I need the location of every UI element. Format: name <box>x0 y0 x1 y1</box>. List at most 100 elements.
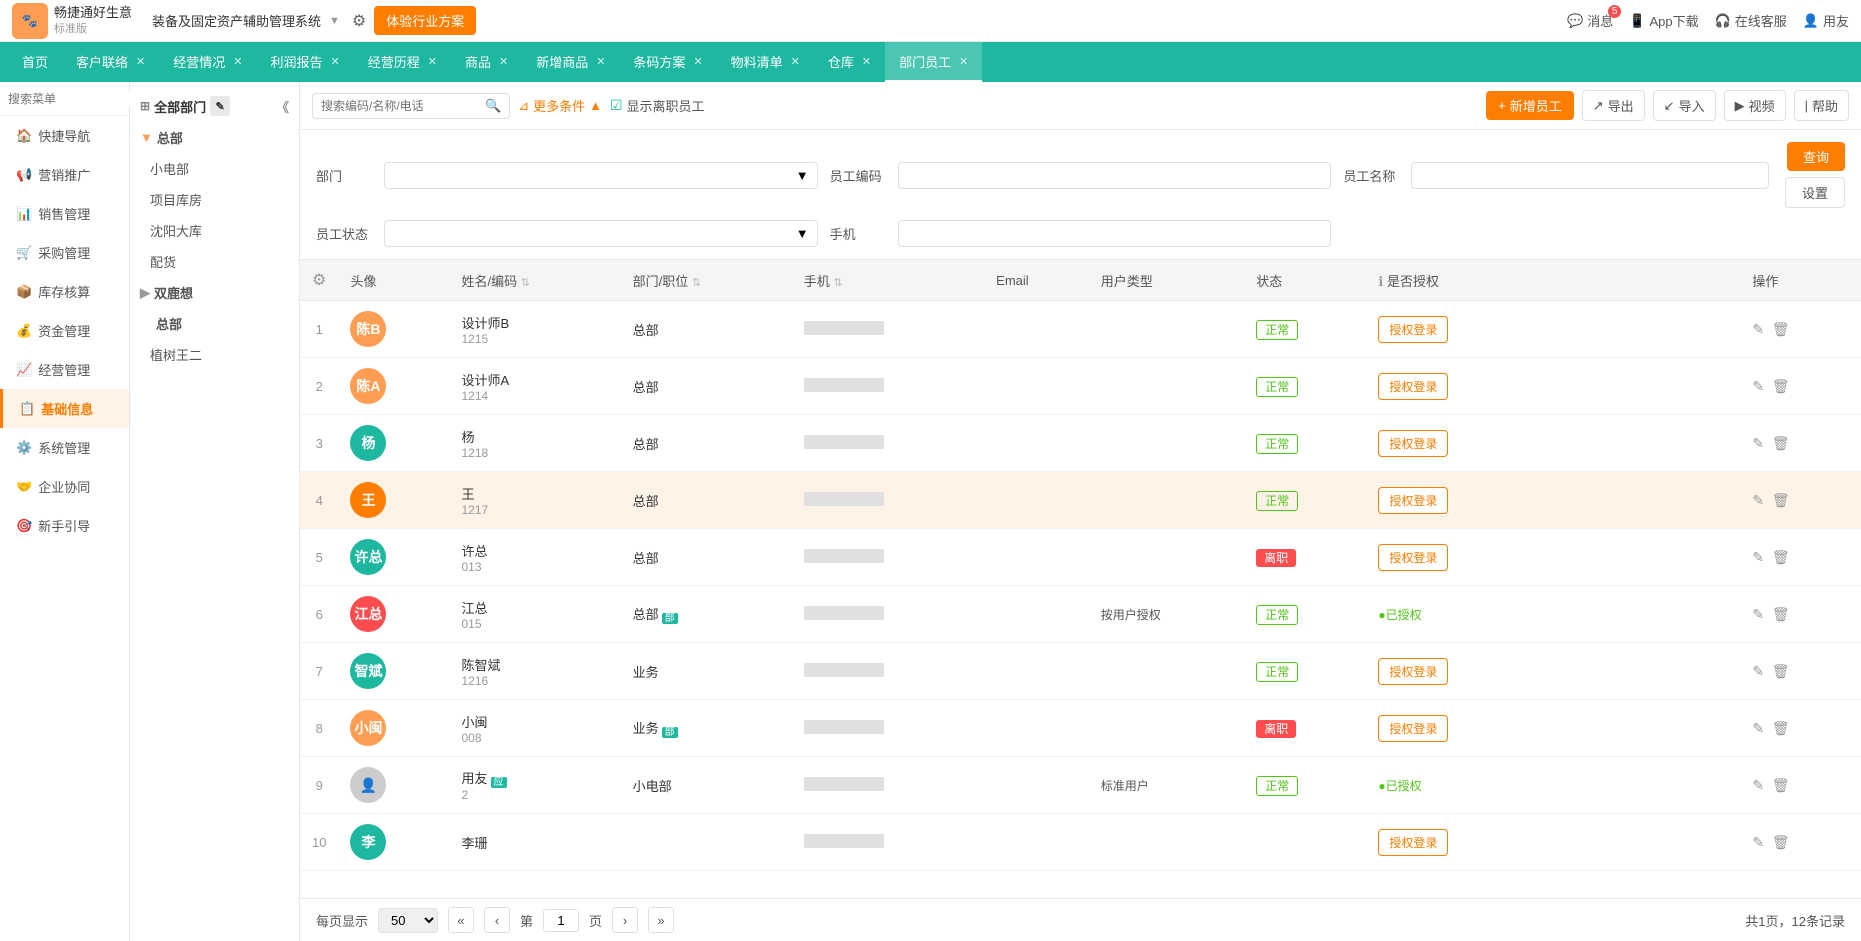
tab-close-history[interactable]: ✕ <box>428 55 437 68</box>
delete-button[interactable]: 🗑 <box>1772 321 1790 337</box>
delete-button[interactable]: 🗑 <box>1772 777 1790 793</box>
sidebar-item-system[interactable]: ⚙️ 系统管理 <box>0 428 129 467</box>
message-button[interactable]: 💬 消息 5 <box>1567 11 1613 30</box>
edit-button[interactable]: ✎ <box>1752 549 1764 565</box>
auth-button[interactable]: 授权登录 <box>1378 373 1448 400</box>
delete-button[interactable]: 🗑 <box>1772 663 1790 679</box>
next-page-button[interactable]: › <box>612 907 638 933</box>
dept-collapse-icon[interactable]: 《 <box>276 97 289 116</box>
search-input[interactable] <box>321 99 481 113</box>
dept-tree-item-project[interactable]: 项目库房 <box>130 184 299 215</box>
sort-dept-icon[interactable]: ⇅ <box>692 277 701 289</box>
dept-tree-item-distribution[interactable]: 配货 <box>130 246 299 277</box>
export-button[interactable]: ↗ 导出 <box>1582 90 1645 121</box>
dept-tree-parent-zongbu[interactable]: ▼ 总部 <box>130 122 299 153</box>
sidebar-item-nav[interactable]: 🏠 快捷导航 <box>0 116 129 155</box>
auth-button[interactable]: 授权登录 <box>1378 715 1448 742</box>
tab-close-operation[interactable]: ✕ <box>233 55 242 68</box>
show-resigned-checkbox[interactable]: ☑ 显示离职员工 <box>610 96 705 115</box>
edit-button[interactable]: ✎ <box>1752 321 1764 337</box>
sidebar-item-guide[interactable]: 🎯 新手引导 <box>0 506 129 545</box>
tab-close-barcode[interactable]: ✕ <box>693 55 702 68</box>
dept-tree-item-shenyang[interactable]: 沈阳大库 <box>130 215 299 246</box>
tab-operation[interactable]: 经营情况✕ <box>159 42 256 82</box>
edit-button[interactable]: ✎ <box>1752 606 1764 622</box>
delete-button[interactable]: 🗑 <box>1772 549 1790 565</box>
edit-button[interactable]: ✎ <box>1752 777 1764 793</box>
auth-button[interactable]: 授权登录 <box>1378 487 1448 514</box>
tab-new-goods[interactable]: 新增商品✕ <box>522 42 619 82</box>
delete-button[interactable]: 🗑 <box>1772 492 1790 508</box>
edit-button[interactable]: ✎ <box>1752 834 1764 850</box>
edit-button[interactable]: ✎ <box>1752 378 1764 394</box>
tab-customer[interactable]: 客户联络✕ <box>62 42 159 82</box>
sidebar-item-finance[interactable]: 💰 资金管理 <box>0 311 129 350</box>
status-select[interactable]: ▼ <box>384 220 818 247</box>
tab-close-new-goods[interactable]: ✕ <box>596 55 605 68</box>
sidebar-item-operation-mgmt[interactable]: 📈 经营管理 <box>0 350 129 389</box>
tab-warehouse[interactable]: 仓库✕ <box>814 42 885 82</box>
tab-close-department[interactable]: ✕ <box>959 55 968 68</box>
auth-button[interactable]: 授权登录 <box>1378 829 1448 856</box>
page-size-select[interactable]: 50 100 <box>378 908 438 933</box>
tab-close-bom[interactable]: ✕ <box>791 55 800 68</box>
code-input[interactable] <box>898 162 1332 189</box>
delete-button[interactable]: 🗑 <box>1772 834 1790 850</box>
dept-tree-item-zhishu[interactable]: 植树王二 <box>130 339 299 370</box>
tab-barcode[interactable]: 条码方案✕ <box>619 42 716 82</box>
sidebar-item-basic-info[interactable]: 📋 基础信息 <box>0 389 129 428</box>
edit-button[interactable]: ✎ <box>1752 663 1764 679</box>
help-button[interactable]: | 帮助 <box>1794 90 1849 121</box>
name-input[interactable] <box>1411 162 1769 189</box>
tab-close-goods[interactable]: ✕ <box>499 55 508 68</box>
last-page-button[interactable]: » <box>648 907 674 933</box>
prev-page-button[interactable]: ‹ <box>484 907 510 933</box>
system-dropdown-arrow[interactable]: ▼ <box>329 15 340 27</box>
tab-goods[interactable]: 商品✕ <box>451 42 522 82</box>
delete-button[interactable]: 🗑 <box>1772 720 1790 736</box>
delete-button[interactable]: 🗑 <box>1772 435 1790 451</box>
tab-close-customer[interactable]: ✕ <box>136 55 145 68</box>
tab-history[interactable]: 经营历程✕ <box>354 42 451 82</box>
tab-bom[interactable]: 物料清单✕ <box>717 42 814 82</box>
tab-department[interactable]: 部门员工✕ <box>885 42 982 82</box>
auth-button[interactable]: 授权登录 <box>1378 658 1448 685</box>
online-service-button[interactable]: 🎧 在线客服 <box>1715 11 1787 30</box>
edit-button[interactable]: ✎ <box>1752 492 1764 508</box>
edit-button[interactable]: ✎ <box>1752 720 1764 736</box>
auth-button[interactable]: 授权登录 <box>1378 316 1448 343</box>
reset-button[interactable]: 设置 <box>1785 177 1845 208</box>
dept-tree-parent-zongbu2[interactable]: 总部 <box>130 308 299 339</box>
dept-edit-icon[interactable]: ✎ <box>210 96 230 116</box>
import-button[interactable]: ↙ 导入 <box>1653 90 1716 121</box>
dept-tree-item-xiaodian[interactable]: 小电部 <box>130 153 299 184</box>
sidebar-item-marketing[interactable]: 📢 营销推广 <box>0 155 129 194</box>
sidebar-item-collab[interactable]: 🤝 企业协同 <box>0 467 129 506</box>
edit-button[interactable]: ✎ <box>1752 435 1764 451</box>
auth-button[interactable]: 授权登录 <box>1378 544 1448 571</box>
auth-button[interactable]: 授权登录 <box>1378 430 1448 457</box>
sort-phone-icon[interactable]: ⇅ <box>833 277 842 289</box>
trial-button[interactable]: 体验行业方案 <box>374 6 476 35</box>
view-button[interactable]: ▶ 视频 <box>1724 90 1786 121</box>
col-settings-icon[interactable]: ⚙ <box>312 272 326 289</box>
tab-close-profit[interactable]: ✕ <box>331 55 340 68</box>
settings-icon[interactable]: ⚙ <box>352 11 366 31</box>
sort-name-icon[interactable]: ⇅ <box>521 277 530 289</box>
delete-button[interactable]: 🗑 <box>1772 606 1790 622</box>
app-download-button[interactable]: 📱 App下载 <box>1629 11 1698 30</box>
tab-home[interactable]: 首页 <box>8 42 62 82</box>
sidebar-item-inventory[interactable]: 📦 库存核算 <box>0 272 129 311</box>
dept-tree-parent-shuanglu[interactable]: ▶ 双鹿想 <box>130 277 299 308</box>
page-number-input[interactable] <box>543 909 579 932</box>
more-conditions-button[interactable]: ⊿ 更多条件 ▲ <box>518 96 602 115</box>
phone-input[interactable] <box>898 220 1332 247</box>
delete-button[interactable]: 🗑 <box>1772 378 1790 394</box>
tab-close-warehouse[interactable]: ✕ <box>862 55 871 68</box>
add-employee-button[interactable]: + 新增员工 <box>1486 91 1574 120</box>
sidebar-item-purchase[interactable]: 🛒 采购管理 <box>0 233 129 272</box>
sidebar-item-sales[interactable]: 📊 销售管理 <box>0 194 129 233</box>
query-button[interactable]: 查询 <box>1787 142 1845 171</box>
tab-profit[interactable]: 利润报告✕ <box>256 42 353 82</box>
dept-select[interactable]: ▼ <box>384 162 818 189</box>
